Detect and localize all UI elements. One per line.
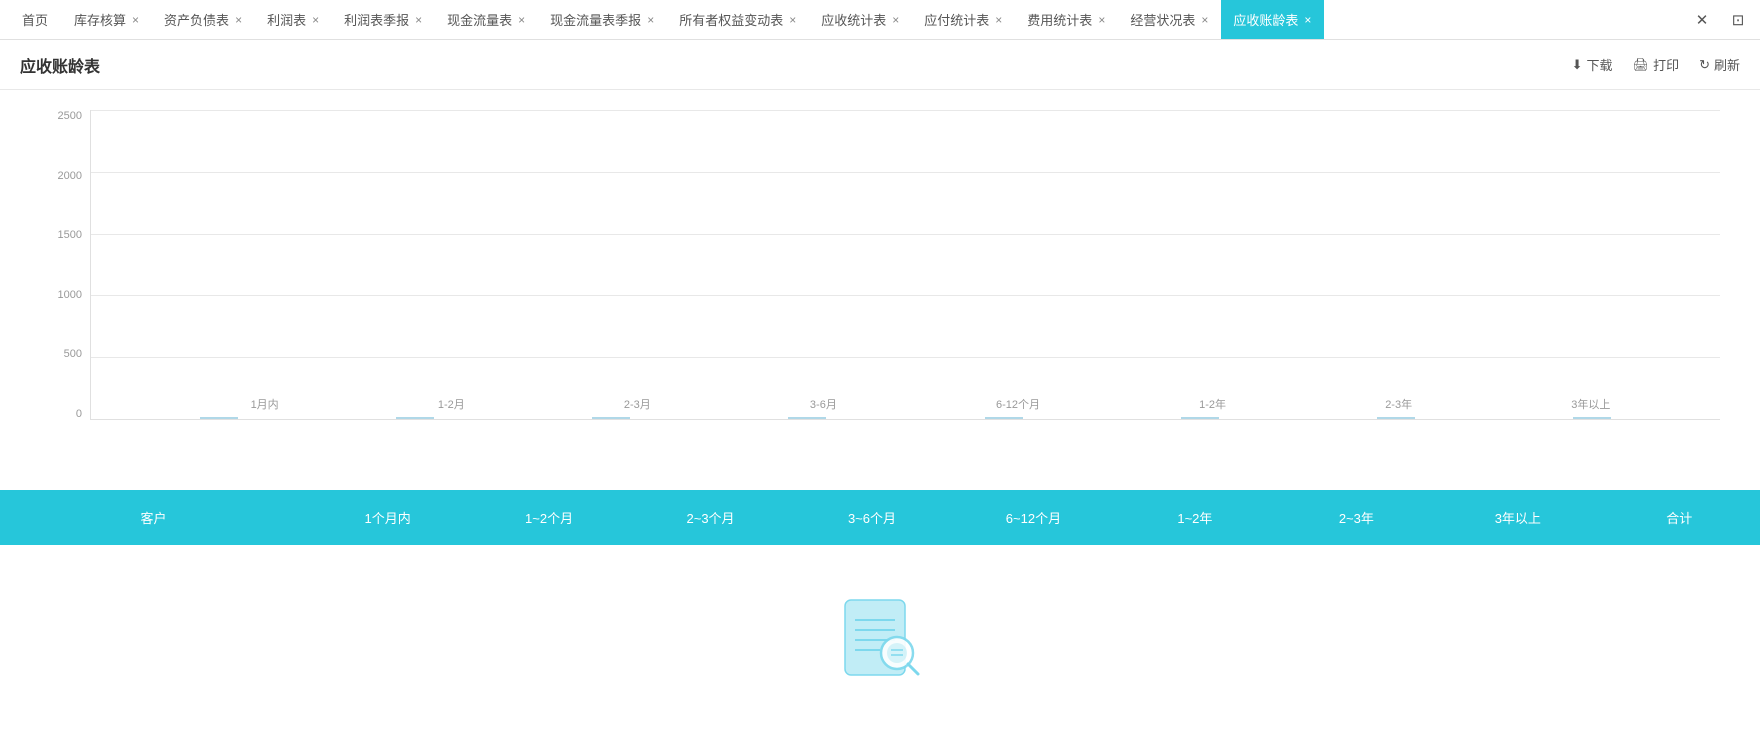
tab-operation-label: 经营状况表	[1130, 10, 1195, 29]
tab-aging[interactable]: 应收账龄表 ×	[1221, 0, 1324, 40]
download-button[interactable]: ⬇ 下载	[1572, 55, 1613, 74]
refresh-icon: ↻	[1699, 57, 1710, 73]
tab-payable-stat[interactable]: 应付统计表 ×	[912, 0, 1015, 40]
tab-payable-stat-close[interactable]: ×	[995, 13, 1002, 27]
table-body	[0, 545, 1760, 735]
x-label-3: 2-3月	[624, 396, 651, 412]
print-button[interactable]: 🖨 打印	[1633, 55, 1680, 74]
window-close-button[interactable]: ✕	[1688, 6, 1716, 34]
tab-home[interactable]: 首页	[8, 10, 62, 29]
table-header: 客户 1个月内 1~2个月 2~3个月 3~6个月 6~12个月 1~2年 2~…	[0, 490, 1760, 545]
tab-cashflow[interactable]: 现金流量表 ×	[435, 0, 538, 40]
th-6-12month: 6~12个月	[953, 508, 1114, 527]
th-1-2month: 1~2个月	[468, 508, 629, 527]
tab-aging-close[interactable]: ×	[1304, 13, 1311, 27]
tab-balance-close[interactable]: ×	[235, 13, 242, 27]
x-label-1: 1月内	[251, 396, 279, 412]
tab-operation-close[interactable]: ×	[1201, 13, 1208, 27]
tab-profit-quarterly-close[interactable]: ×	[415, 13, 422, 27]
y-label-1000: 1000	[58, 289, 82, 301]
tab-profit-label: 利润表	[267, 10, 306, 29]
tab-operation[interactable]: 经营状况表 ×	[1118, 0, 1221, 40]
tab-equity-label: 所有者权益变动表	[679, 10, 783, 29]
tab-profit-quarterly-label: 利润表季报	[344, 10, 409, 29]
page-header: 应收账龄表 ⬇ 下载 🖨 打印 ↻ 刷新	[0, 40, 1760, 90]
x-label-6: 1-2年	[1199, 396, 1226, 412]
th-customer: 客户	[0, 508, 307, 527]
download-label: 下载	[1587, 55, 1613, 74]
tab-cashflow-quarterly[interactable]: 现金流量表季报 ×	[538, 0, 667, 40]
x-label-5: 6-12个月	[996, 396, 1040, 412]
tab-receivable-stat[interactable]: 应收统计表 ×	[809, 0, 912, 40]
refresh-label: 刷新	[1714, 55, 1740, 74]
th-1month: 1个月内	[307, 508, 468, 527]
x-label-8: 3年以上	[1571, 396, 1610, 412]
empty-state	[825, 585, 935, 695]
header-actions: ⬇ 下载 🖨 打印 ↻ 刷新	[1572, 55, 1740, 74]
th-3-6month: 3~6个月	[791, 508, 952, 527]
tab-cashflow-label: 现金流量表	[447, 10, 512, 29]
th-1-2year: 1~2年	[1114, 508, 1275, 527]
y-label-1500: 1500	[58, 229, 82, 241]
th-2-3month: 2~3个月	[630, 508, 791, 527]
tab-payable-stat-label: 应付统计表	[924, 10, 989, 29]
tab-bar: 首页 库存核算 × 资产负债表 × 利润表 × 利润表季报 × 现金流量表 × …	[0, 0, 1760, 40]
tab-expense-stat-close[interactable]: ×	[1098, 13, 1105, 27]
x-label-2: 1-2月	[438, 396, 465, 412]
y-label-500: 500	[64, 348, 82, 360]
tab-profit-quarterly[interactable]: 利润表季报 ×	[332, 0, 435, 40]
tab-inventory[interactable]: 库存核算 ×	[62, 0, 152, 40]
tab-equity-close[interactable]: ×	[789, 13, 796, 27]
refresh-button[interactable]: ↻ 刷新	[1699, 55, 1740, 74]
x-label-7: 2-3年	[1385, 396, 1412, 412]
tab-profit-close[interactable]: ×	[312, 13, 319, 27]
y-label-2000: 2000	[58, 170, 82, 182]
print-label: 打印	[1653, 55, 1679, 74]
tab-equity[interactable]: 所有者权益变动表 ×	[667, 0, 809, 40]
th-2-3year: 2~3年	[1276, 508, 1437, 527]
print-icon: 🖨	[1633, 57, 1650, 73]
tab-aging-label: 应收账龄表	[1233, 10, 1298, 29]
tab-receivable-stat-label: 应收统计表	[821, 10, 886, 29]
main-content: 2500 2000 1500 1000 500 0	[0, 90, 1760, 735]
page-title: 应收账龄表	[20, 53, 100, 77]
bars-group	[91, 110, 1720, 419]
tab-balance-label: 资产负债表	[164, 10, 229, 29]
tab-expense-stat[interactable]: 费用统计表 ×	[1015, 0, 1118, 40]
chart-plot: 1月内 1-2月 2-3月 3-6月 6-12个月 1-2年 2-3年 3年以上	[90, 110, 1720, 420]
download-icon: ⬇	[1572, 57, 1583, 73]
y-label-0: 0	[76, 408, 82, 420]
tab-bar-actions: ✕ ⊡	[1688, 6, 1752, 34]
chart-area: 2500 2000 1500 1000 500 0	[0, 90, 1760, 490]
tab-inventory-label: 库存核算	[74, 10, 126, 29]
th-3plus-year: 3年以上	[1437, 508, 1598, 527]
window-maximize-button[interactable]: ⊡	[1724, 6, 1752, 34]
x-axis: 1月内 1-2月 2-3月 3-6月 6-12个月 1-2年 2-3年 3年以上	[141, 389, 1720, 419]
tab-expense-stat-label: 费用统计表	[1027, 10, 1092, 29]
x-label-4: 3-6月	[810, 396, 837, 412]
y-label-2500top: 2500	[58, 110, 82, 122]
tab-receivable-stat-close[interactable]: ×	[892, 13, 899, 27]
tab-profit[interactable]: 利润表 ×	[255, 0, 332, 40]
tab-balance[interactable]: 资产负债表 ×	[152, 0, 255, 40]
tab-cashflow-quarterly-close[interactable]: ×	[647, 13, 654, 27]
tab-cashflow-quarterly-label: 现金流量表季报	[550, 10, 641, 29]
th-total: 合计	[1599, 508, 1760, 527]
empty-state-icon	[825, 585, 935, 695]
tab-cashflow-close[interactable]: ×	[518, 13, 525, 27]
y-axis: 2500 2000 1500 1000 500 0	[40, 110, 90, 420]
chart-container: 2500 2000 1500 1000 500 0	[40, 110, 1720, 450]
tab-inventory-close[interactable]: ×	[132, 13, 139, 27]
